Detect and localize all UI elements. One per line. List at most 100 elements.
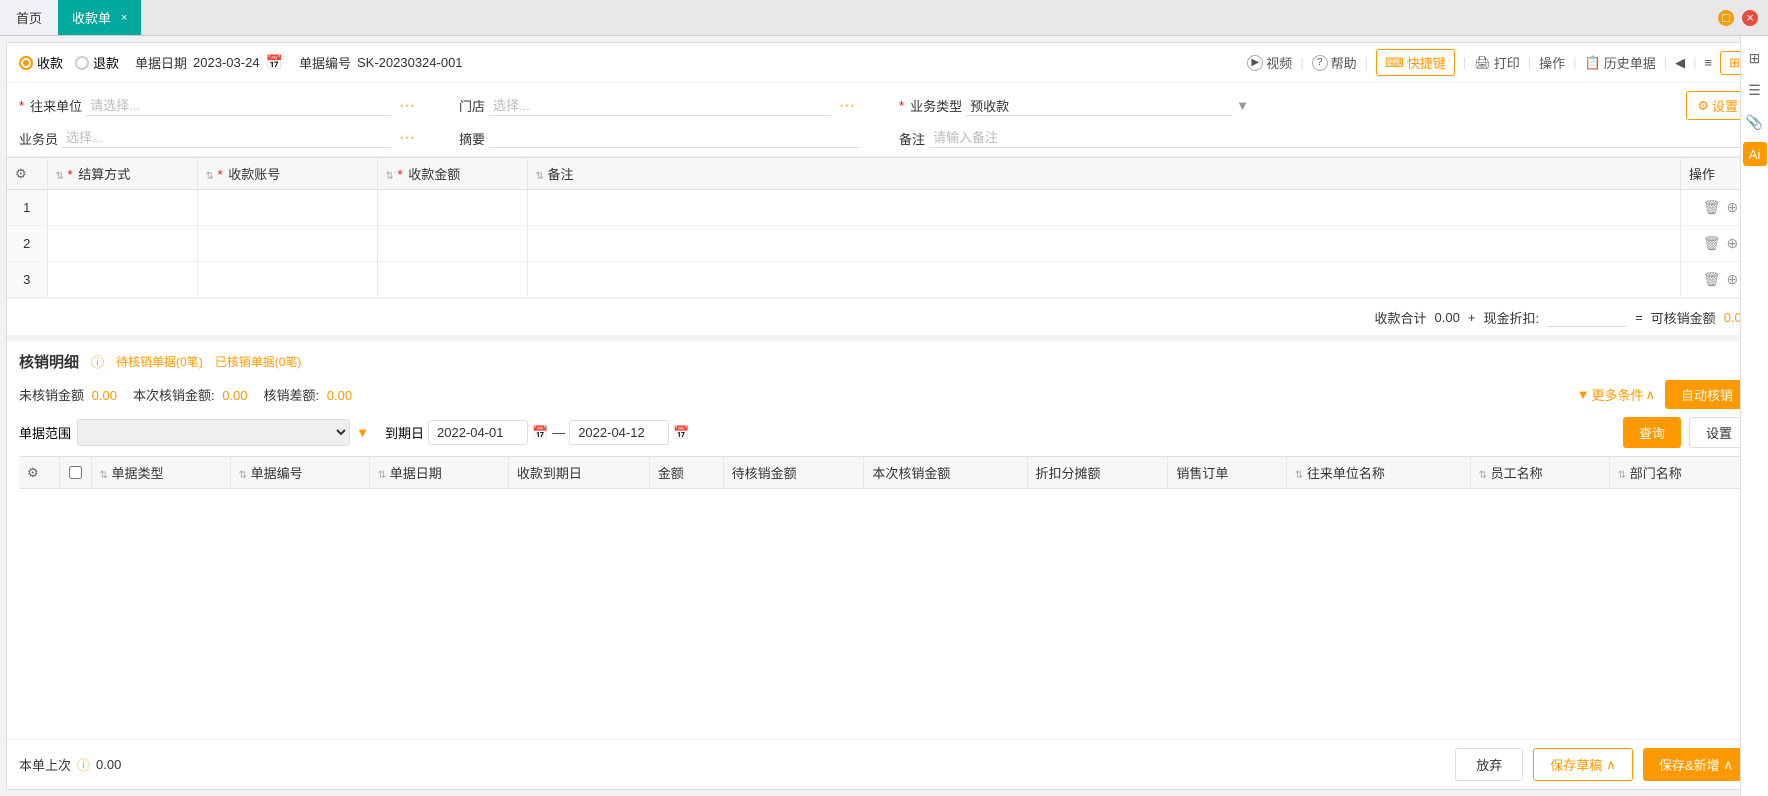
row1-remark[interactable] xyxy=(527,190,1681,226)
sidebar-list-icon[interactable]: ☰ xyxy=(1743,78,1767,102)
radio-refund[interactable]: 退款 xyxy=(75,53,119,72)
help-btn[interactable]: ? 帮助 xyxy=(1312,53,1357,72)
menu-btn[interactable]: ≡ xyxy=(1705,55,1713,70)
number-field: 单据编号 SK-20230324-001 xyxy=(299,53,463,72)
footer: 本单上次 ⓘ 0.00 放弃 保存草稿 ∧ 保存&新增 ∧ xyxy=(7,739,1761,789)
th-settings[interactable]: ⚙ xyxy=(7,158,47,190)
more-conditions-btn[interactable]: ▼ 更多条件 ∧ xyxy=(1577,385,1655,404)
date-from-input[interactable] xyxy=(428,420,528,445)
th-amount: ⇅ * 收款金额 xyxy=(377,158,527,190)
store-more-btn[interactable]: ··· xyxy=(835,97,859,115)
date-from-icon[interactable]: 📅 xyxy=(532,425,548,441)
row3-settlement[interactable] xyxy=(47,262,197,298)
row3-account[interactable] xyxy=(197,262,377,298)
calendar-icon[interactable]: 📅 xyxy=(266,54,283,71)
bth-dept: ⇅ 部门名称 xyxy=(1609,457,1748,489)
draft-btn[interactable]: 保存草稿 ∧ xyxy=(1533,748,1633,781)
due-date-label: 到期日 xyxy=(385,423,424,442)
tab-receipt[interactable]: 收款单 × xyxy=(58,0,141,35)
row1-delete-btn[interactable]: 🗑 xyxy=(1703,199,1721,216)
verify-pending-tab[interactable]: 待核销单据(0笔) xyxy=(116,353,203,370)
discount-input[interactable] xyxy=(1547,307,1627,327)
row1-settlement[interactable] xyxy=(47,190,197,226)
range-arrow: ▼ xyxy=(356,425,369,440)
bth-checkbox[interactable] xyxy=(59,457,91,489)
win-close-icon: × xyxy=(1746,10,1754,25)
win-close-button[interactable]: × xyxy=(1742,10,1758,26)
row2-remark[interactable] xyxy=(527,226,1681,262)
row-num-3: 3 xyxy=(7,262,47,298)
verify-done-tab[interactable]: 已核销单据(0笔) xyxy=(215,353,302,370)
row1-copy-btn[interactable]: ⊕ xyxy=(1727,199,1739,216)
store-input[interactable] xyxy=(489,96,831,116)
row2-account[interactable] xyxy=(197,226,377,262)
row3-amount[interactable] xyxy=(377,262,527,298)
row2-settlement[interactable] xyxy=(47,226,197,262)
staff-input[interactable] xyxy=(62,128,391,148)
summary-input[interactable] xyxy=(489,128,859,148)
select-all-checkbox[interactable] xyxy=(69,466,82,479)
col-amount-label: 收款金额 xyxy=(408,167,460,182)
biz-type-input[interactable] xyxy=(966,96,1232,116)
win-max-icon: □ xyxy=(1722,10,1730,25)
bth-settings[interactable]: ⚙ xyxy=(19,457,59,489)
date-to-icon[interactable]: 📅 xyxy=(673,425,689,441)
history-btn[interactable]: 📋 历史单据 xyxy=(1585,53,1656,72)
biz-type-arrow[interactable]: ▼ xyxy=(1236,98,1249,113)
table-gear-icon[interactable]: ⚙ xyxy=(15,166,27,181)
radio-receive[interactable]: 收款 xyxy=(19,53,63,72)
sep4: | xyxy=(1528,55,1531,70)
bth-this: 本次核销金额 xyxy=(864,457,1027,489)
store-field: 门店 ··· xyxy=(459,96,859,116)
footer-btns: 放弃 保存草稿 ∧ 保存&新增 ∧ xyxy=(1455,748,1749,781)
row1-amount[interactable] xyxy=(377,190,527,226)
footer-info-icon[interactable]: ⓘ xyxy=(77,755,90,774)
row1-account[interactable] xyxy=(197,190,377,226)
range-select[interactable] xyxy=(77,419,350,446)
query-btn[interactable]: 查询 xyxy=(1623,417,1681,448)
btable-gear-icon[interactable]: ⚙ xyxy=(27,465,39,480)
row3-copy-btn[interactable]: ⊕ xyxy=(1727,271,1739,288)
date-to-input[interactable] xyxy=(569,420,669,445)
row2-copy-btn[interactable]: ⊕ xyxy=(1727,235,1739,252)
row2-delete-btn[interactable]: 🗑 xyxy=(1703,235,1721,252)
row2-amount[interactable] xyxy=(377,226,527,262)
col-due-date-label: 收款到期日 xyxy=(517,466,582,481)
sidebar-attach-icon[interactable]: 📎 xyxy=(1743,110,1767,134)
verify-section: 核销明细 ⓘ 待核销单据(0笔) 已核销单据(0笔) 未核销金额 0.00 本次… xyxy=(7,335,1761,739)
win-max-button[interactable]: □ xyxy=(1718,10,1734,26)
save-new-btn[interactable]: 保存&新增 ∧ xyxy=(1643,748,1749,781)
shortcut-btn[interactable]: ⌨ 快捷键 xyxy=(1376,49,1455,76)
tab-home-label: 首页 xyxy=(16,8,42,27)
nav-prev-btn[interactable]: ◀ xyxy=(1675,55,1685,71)
row3-remark[interactable] xyxy=(527,262,1681,298)
bth-partner: ⇅ 往来单位名称 xyxy=(1286,457,1470,489)
tab-home[interactable]: 首页 xyxy=(0,0,58,35)
staff-more-btn[interactable]: ··· xyxy=(395,129,419,147)
print-btn[interactable]: 🖨 打印 xyxy=(1474,53,1520,72)
row3-delete-btn[interactable]: 🗑 xyxy=(1703,271,1721,288)
ops-btn[interactable]: 操作 xyxy=(1539,53,1565,72)
diff-label: 核销差额: xyxy=(264,388,320,403)
abandon-btn[interactable]: 放弃 xyxy=(1455,748,1523,781)
col-remark-label: 备注 xyxy=(548,167,574,182)
col-account-label: 收款账号 xyxy=(228,167,280,182)
auto-verify-btn[interactable]: 自动核销 xyxy=(1665,380,1749,409)
partner-more-btn[interactable]: ··· xyxy=(395,97,419,115)
verify-info-icon[interactable]: ⓘ xyxy=(91,352,104,371)
tab-close-icon[interactable]: × xyxy=(121,12,127,24)
partner-input[interactable] xyxy=(86,96,391,116)
bth-pending: 待核销金额 xyxy=(723,457,864,489)
remark-field: 备注 xyxy=(899,128,1749,148)
remark-input[interactable] xyxy=(929,128,1749,148)
sep1: | xyxy=(1300,55,1303,70)
video-btn[interactable]: ▶ 视频 xyxy=(1247,53,1292,72)
number-value: SK-20230324-001 xyxy=(357,55,463,70)
sep3: | xyxy=(1463,55,1466,70)
header-checkbox[interactable] xyxy=(68,466,83,479)
range-field: 单据范围 ▼ xyxy=(19,419,369,446)
sidebar-ai-icon[interactable]: Ai xyxy=(1743,142,1767,166)
sidebar-table-icon[interactable]: ⊞ xyxy=(1743,46,1767,70)
filter-row: 单据范围 ▼ 到期日 📅 — 📅 查询 设置 xyxy=(19,417,1749,448)
range-label: 单据范围 xyxy=(19,423,71,442)
